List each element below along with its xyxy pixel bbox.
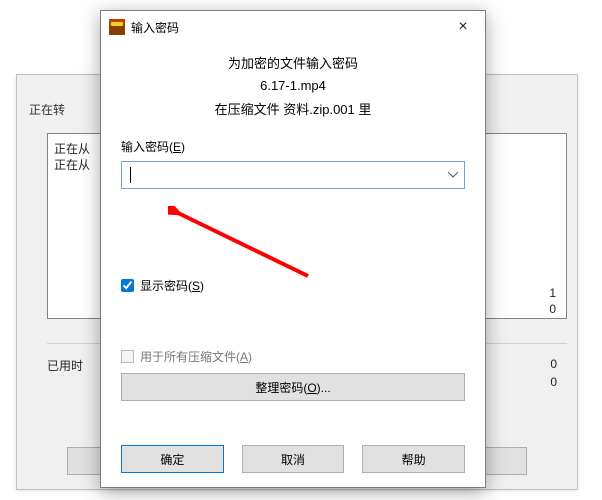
- help-button[interactable]: 帮助: [362, 445, 465, 473]
- password-label: 输入密码(E): [121, 138, 465, 155]
- bg-title: 正在转: [29, 101, 65, 118]
- show-password-row[interactable]: 显示密码(S): [121, 277, 465, 294]
- apply-all-checkbox: [121, 350, 134, 363]
- close-icon: ×: [458, 18, 467, 36]
- ok-button[interactable]: 确定: [121, 445, 224, 473]
- organize-key: O: [307, 381, 316, 395]
- apply-all-suffix: ): [248, 350, 252, 364]
- apply-all-key: A: [240, 350, 248, 364]
- apply-all-row: 用于所有压缩文件(A): [121, 348, 465, 365]
- apply-all-label: 用于所有压缩文件(A): [140, 348, 252, 365]
- show-password-label: 显示密码(S): [140, 277, 204, 294]
- bg-elapsed-label: 已用时: [47, 357, 83, 374]
- organize-prefix: 整理密码(: [255, 381, 307, 395]
- organize-passwords-button[interactable]: 整理密码(O)...: [121, 373, 465, 401]
- password-label-suffix: ): [181, 140, 185, 154]
- password-input[interactable]: [122, 168, 442, 183]
- bg-row2-val: 0: [550, 375, 557, 389]
- bg-line2: 正在从: [54, 156, 90, 173]
- dialog-content: 为加密的文件输入密码 6.17-1.mp4 在压缩文件 资料.zip.001 里…: [101, 53, 485, 401]
- heading-archive: 在压缩文件 资料.zip.001 里: [121, 99, 465, 118]
- organize-suffix: )...: [317, 381, 331, 395]
- password-dialog: 输入密码 × 为加密的文件输入密码 6.17-1.mp4 在压缩文件 资料.zi…: [100, 10, 486, 488]
- heading-line1: 为加密的文件输入密码: [121, 53, 465, 72]
- password-label-key: E: [173, 140, 181, 154]
- text-cursor: [130, 167, 131, 183]
- show-password-checkbox[interactable]: [121, 279, 134, 292]
- dialog-footer: 确定 取消 帮助: [101, 435, 485, 487]
- bg-elapsed-val: 0: [550, 357, 557, 371]
- cancel-button[interactable]: 取消: [242, 445, 345, 473]
- apply-all-prefix: 用于所有压缩文件(: [140, 350, 240, 364]
- chevron-down-icon: [448, 172, 458, 178]
- heading-filename: 6.17-1.mp4: [121, 78, 465, 93]
- dialog-title: 输入密码: [131, 19, 179, 36]
- bg-line1: 正在从: [54, 140, 90, 157]
- close-button[interactable]: ×: [441, 11, 485, 43]
- show-password-suffix: ): [200, 279, 204, 293]
- password-combobox[interactable]: [121, 161, 465, 189]
- password-label-prefix: 输入密码(: [121, 140, 173, 154]
- heading-block: 为加密的文件输入密码 6.17-1.mp4 在压缩文件 资料.zip.001 里: [121, 53, 465, 118]
- titlebar: 输入密码 ×: [101, 11, 485, 43]
- winrar-icon: [109, 19, 125, 35]
- bg-num1: 1: [549, 286, 556, 300]
- show-password-key: S: [192, 279, 200, 293]
- password-dropdown-button[interactable]: [442, 162, 464, 188]
- bg-num2: 0: [549, 302, 556, 316]
- show-password-prefix: 显示密码(: [140, 279, 192, 293]
